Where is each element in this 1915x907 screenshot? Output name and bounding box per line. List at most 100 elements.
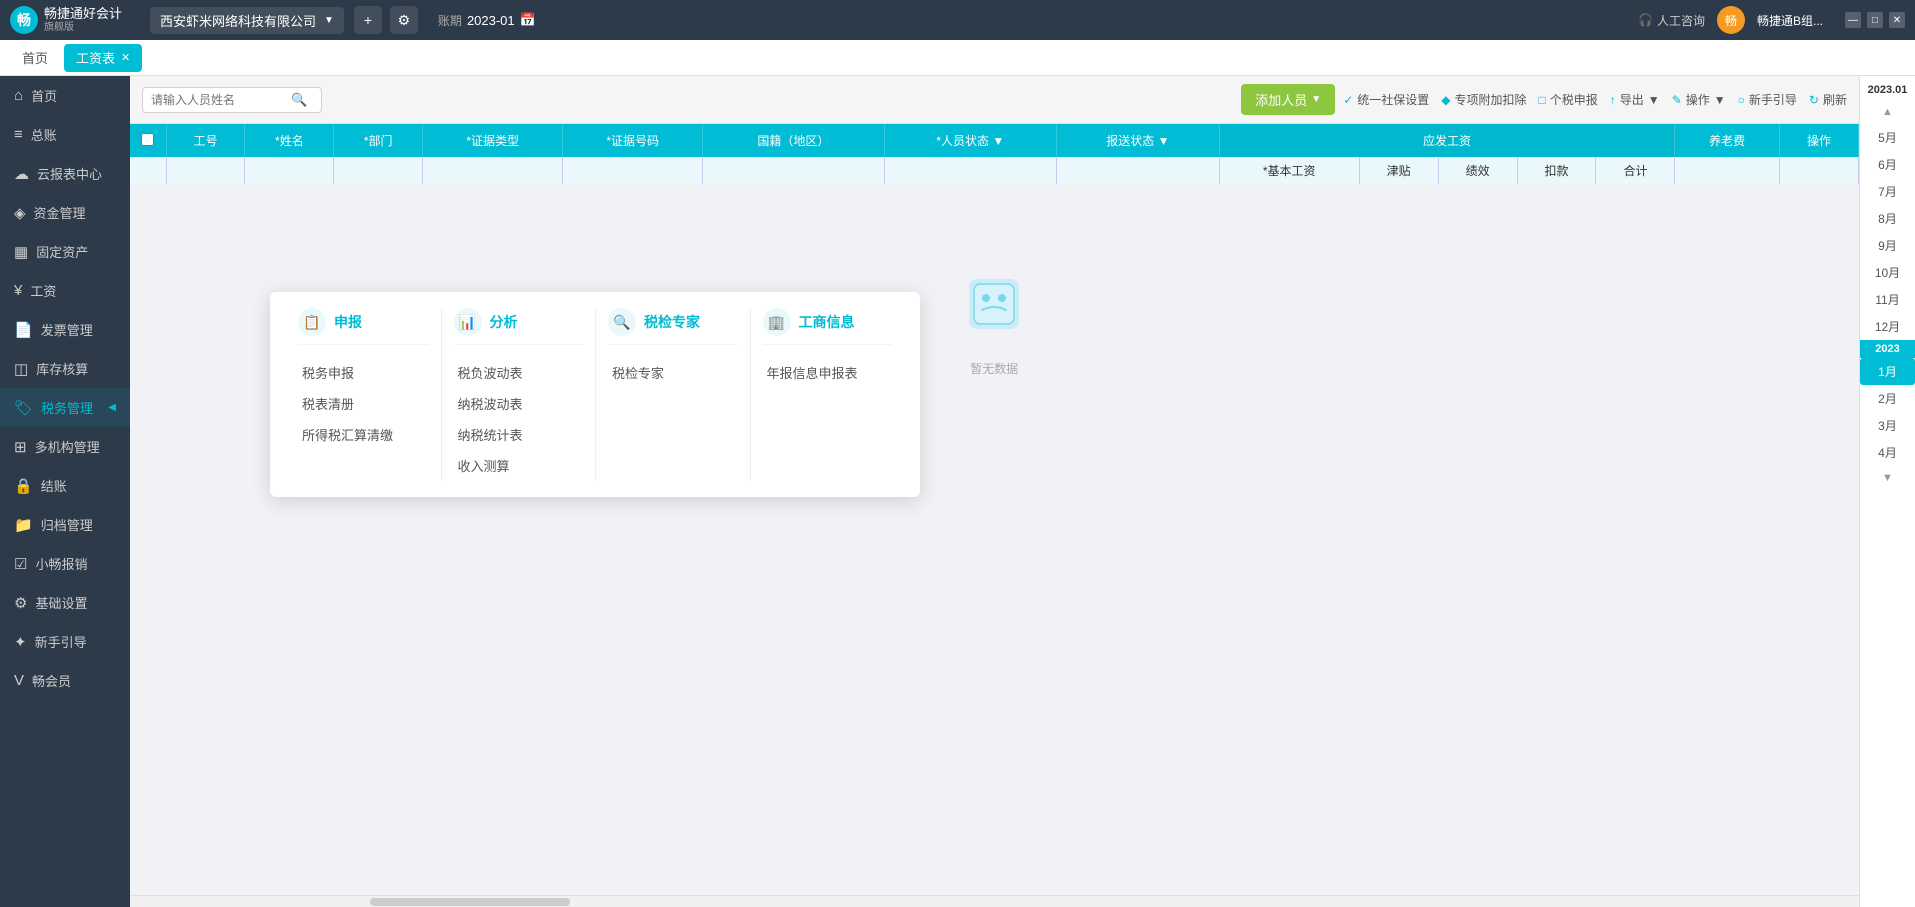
- tax-declaration-action[interactable]: □ 个税申报: [1539, 91, 1598, 108]
- export-action[interactable]: ↑ 导出 ▼: [1610, 91, 1660, 108]
- user-avatar: 畅: [1717, 6, 1745, 34]
- special-deduction-action[interactable]: ◆ 专项附加扣除: [1441, 91, 1526, 108]
- sidebar-item-home[interactable]: ⌂ 首页: [0, 76, 130, 115]
- tab-close-icon[interactable]: ✕: [121, 51, 130, 64]
- sidebar-item-asset[interactable]: ▦ 固定资产: [0, 232, 130, 271]
- tax-declaration-icon: □: [1539, 93, 1546, 107]
- minimize-button[interactable]: —: [1845, 12, 1861, 28]
- menu-item-annual-report[interactable]: 年报信息申报表: [763, 357, 893, 388]
- tax-declaration-label: 个税申报: [1550, 91, 1598, 108]
- operate-action[interactable]: ✎ 操作 ▼: [1672, 91, 1726, 108]
- sidebar-item-fund[interactable]: ◈ 资金管理: [0, 193, 130, 232]
- sub-col-performance: 绩效: [1438, 157, 1517, 184]
- col-checkbox[interactable]: [130, 124, 166, 157]
- refresh-label: 刷新: [1823, 91, 1847, 108]
- month-item-2[interactable]: 2月: [1860, 385, 1915, 412]
- tab-home-label: 首页: [22, 48, 48, 67]
- menu-item-tax-declaration[interactable]: 税务申报: [298, 357, 429, 388]
- menu-item-tax-table[interactable]: 税表清册: [298, 388, 429, 419]
- social-settings-action[interactable]: ✓ 统一社保设置: [1343, 91, 1429, 108]
- menu-item-expert[interactable]: 税检专家: [608, 357, 738, 388]
- user-name[interactable]: 畅捷通B组...: [1757, 12, 1823, 29]
- col-pension: 养老费: [1675, 124, 1780, 157]
- sidebar-item-salary[interactable]: ¥ 工资: [0, 271, 130, 310]
- date-nav-up[interactable]: ▲: [1876, 100, 1900, 124]
- guide-action[interactable]: ○ 新手引导: [1738, 91, 1797, 108]
- tab-salary-label: 工资表: [76, 48, 115, 67]
- archive-icon: 📁: [14, 516, 33, 534]
- month-item-8[interactable]: 8月: [1860, 205, 1915, 232]
- menu-item-tax-wave[interactable]: 纳税波动表: [454, 388, 584, 419]
- search-input[interactable]: [151, 93, 291, 107]
- business-title-text: 工商信息: [799, 312, 855, 332]
- sidebar-item-member[interactable]: V 畅会员: [0, 661, 130, 700]
- empty-state-icon: [954, 264, 1034, 344]
- invoice-icon: 📄: [14, 321, 33, 339]
- calendar-icon[interactable]: 📅: [520, 12, 536, 28]
- sidebar-item-archive[interactable]: 📁 归档管理: [0, 505, 130, 544]
- menu-section-analysis: 📊 分析 税负波动表 纳税波动表 纳税统计表 收入测算: [441, 308, 596, 481]
- month-item-1[interactable]: 1月: [1860, 358, 1915, 385]
- sidebar-item-cloud[interactable]: ☁ 云报表中心: [0, 154, 130, 193]
- asset-icon: ▦: [14, 243, 28, 261]
- fund-icon: ◈: [14, 204, 26, 222]
- close-window-button[interactable]: ✕: [1889, 12, 1905, 28]
- operate-arrow: ▼: [1714, 93, 1726, 107]
- date-nav-down[interactable]: ▼: [1876, 466, 1900, 490]
- sidebar-item-inventory[interactable]: ◫ 库存核算: [0, 349, 130, 388]
- add-company-button[interactable]: +: [354, 6, 382, 34]
- sidebar-item-invoice[interactable]: 📄 发票管理: [0, 310, 130, 349]
- refresh-action[interactable]: ↻ 刷新: [1809, 91, 1847, 108]
- expert-icon: 🔍: [608, 308, 636, 336]
- horizontal-scrollbar[interactable]: [130, 895, 1859, 907]
- sidebar-item-ledger[interactable]: ≡ 总账: [0, 115, 130, 154]
- export-icon: ↑: [1610, 93, 1616, 107]
- sub-col-deduction: 扣款: [1517, 157, 1596, 184]
- menu-item-income-estimate[interactable]: 收入测算: [454, 450, 584, 481]
- settings-button[interactable]: ⚙: [390, 6, 418, 34]
- scrollbar-thumb[interactable]: [370, 898, 570, 906]
- search-box[interactable]: 🔍: [142, 87, 322, 113]
- salary-icon: ¥: [14, 282, 22, 299]
- sidebar-label-report: 小畅报销: [35, 554, 87, 573]
- add-dropdown-arrow: ▼: [1311, 94, 1321, 105]
- declaration-icon: 📋: [298, 308, 326, 336]
- sidebar-item-settings[interactable]: ⚙ 基础设置: [0, 583, 130, 622]
- sidebar-item-multi[interactable]: ⊞ 多机构管理: [0, 427, 130, 466]
- month-item-6[interactable]: 6月: [1860, 151, 1915, 178]
- select-all-checkbox[interactable]: [141, 133, 154, 146]
- toolbar: 🔍 添加人员 ▼ ✓ 统一社保设置 ◆ 专项附加扣除 □ 个税申报: [130, 76, 1859, 124]
- app-title: 畅捷通好会计: [44, 6, 122, 22]
- business-icon: 🏢: [763, 308, 791, 336]
- month-item-12[interactable]: 12月: [1860, 313, 1915, 340]
- tab-home[interactable]: 首页: [10, 44, 60, 72]
- company-selector[interactable]: 西安虾米网络科技有限公司 ▼: [150, 7, 344, 34]
- tab-salary[interactable]: 工资表 ✕: [64, 44, 142, 72]
- maximize-button[interactable]: □: [1867, 12, 1883, 28]
- menu-item-tax-burden[interactable]: 税负波动表: [454, 357, 584, 388]
- month-item-11[interactable]: 11月: [1860, 286, 1915, 313]
- col-salary-group: 应发工资: [1219, 124, 1675, 157]
- social-icon: ✓: [1343, 93, 1353, 107]
- month-item-10[interactable]: 10月: [1860, 259, 1915, 286]
- date-panel: 2023.01 ▲ 5月 6月 7月 8月 9月 10月 11月 12月 202…: [1859, 76, 1915, 907]
- search-icon: 🔍: [291, 92, 307, 108]
- sidebar-item-report[interactable]: ☑ 小畅报销: [0, 544, 130, 583]
- service-button[interactable]: 🎧 人工咨询: [1638, 12, 1705, 29]
- month-item-5[interactable]: 5月: [1860, 124, 1915, 151]
- month-item-3[interactable]: 3月: [1860, 412, 1915, 439]
- month-item-4[interactable]: 4月: [1860, 439, 1915, 466]
- add-employee-button[interactable]: 添加人员 ▼: [1241, 84, 1335, 115]
- sidebar-item-guide[interactable]: ✦ 新手引导: [0, 622, 130, 661]
- sidebar-item-close[interactable]: 🔒 结账: [0, 466, 130, 505]
- month-item-9[interactable]: 9月: [1860, 232, 1915, 259]
- menu-item-tax-stats[interactable]: 纳税统计表: [454, 419, 584, 450]
- menu-item-income-tax[interactable]: 所得税汇算清缴: [298, 419, 429, 450]
- sidebar-label-ledger: 总账: [31, 125, 57, 144]
- menu-section-analysis-title: 📊 分析: [454, 308, 584, 345]
- add-employee-label: 添加人员: [1255, 90, 1307, 109]
- month-item-7[interactable]: 7月: [1860, 178, 1915, 205]
- logo-area: 畅 畅捷通好会计 旗舰版: [10, 6, 140, 34]
- sidebar-item-tax[interactable]: 🏷 税务管理 ◀: [0, 388, 130, 427]
- refresh-icon: ↻: [1809, 93, 1819, 107]
